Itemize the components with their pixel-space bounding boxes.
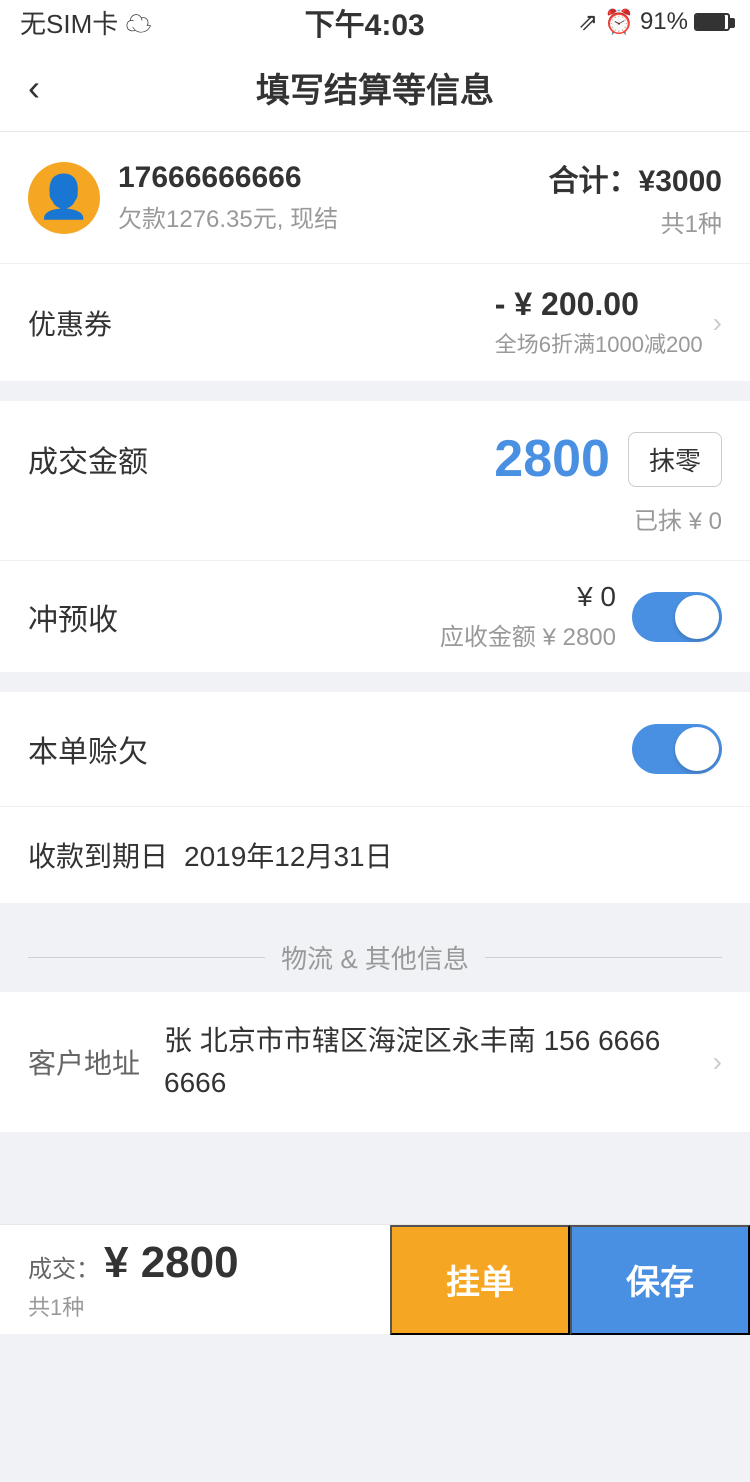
prereceive-row: 冲预收 ¥ 0 应收金额 ¥ 2800 xyxy=(0,560,750,672)
customer-debt: 欠款1276.35元, 现结 xyxy=(118,199,338,234)
coupon-description: 全场6折满1000减200 xyxy=(495,327,703,359)
address-row[interactable]: 客户地址 张 北京市市辖区海淀区永丰南 156 6666 6666 › xyxy=(0,992,750,1132)
clock-icon: ⏰ xyxy=(604,8,634,37)
divider-line-left xyxy=(28,957,265,958)
prereceive-label: 冲预收 xyxy=(28,595,118,639)
customer-card: 👤 17666666666 欠款1276.35元, 现结 合计：¥3000 共1… xyxy=(0,132,750,381)
deal-amount: ¥ 2800 xyxy=(104,1238,239,1288)
duedate-row: 收款到期日 2019年12月31日 xyxy=(0,806,750,903)
prereceive-values: ¥ 0 应收金额 ¥ 2800 xyxy=(440,581,616,652)
prereceive-right: ¥ 0 应收金额 ¥ 2800 xyxy=(440,581,722,652)
deal-count: 共1种 xyxy=(28,1290,362,1322)
address-value: 张 北京市市辖区海淀区永丰南 156 6666 6666 xyxy=(164,1020,701,1104)
coupon-right: - ¥ 200.00 全场6折满1000减200 › xyxy=(495,286,722,359)
address-label: 客户地址 xyxy=(28,1042,140,1082)
sim-label: 无SIM卡 ☁ xyxy=(20,4,151,41)
deal-label: 成交： xyxy=(28,1249,100,1284)
avatar: 👤 xyxy=(28,162,100,234)
total-count: 共1种 xyxy=(549,204,722,239)
back-button[interactable]: ‹ xyxy=(28,67,40,109)
customer-row: 👤 17666666666 欠款1276.35元, 现结 合计：¥3000 共1… xyxy=(0,132,750,263)
debt-toggle[interactable] xyxy=(632,724,722,774)
debt-row: 本单赊欠 xyxy=(0,692,750,806)
customer-info: 17666666666 欠款1276.35元, 现结 xyxy=(118,161,338,234)
duedate-value: 2019年12月31日 xyxy=(184,835,393,875)
debt-toggle-knob xyxy=(675,727,719,771)
bottom-spacer xyxy=(0,1372,750,1482)
prereceive-toggle[interactable] xyxy=(632,592,722,642)
avatar-icon: 👤 xyxy=(38,173,90,222)
logistics-divider: 物流 & 其他信息 xyxy=(0,939,750,976)
prereceive-amount: ¥ 0 xyxy=(440,581,616,613)
customer-total: 合计：¥3000 共1种 xyxy=(549,156,722,239)
status-left: 无SIM卡 ☁ xyxy=(20,4,151,41)
coupon-label: 优惠券 xyxy=(28,303,112,343)
debt-card: 本单赊欠 收款到期日 2019年12月31日 xyxy=(0,692,750,903)
battery-indicator xyxy=(694,13,730,31)
status-right: ⇗ ⏰ 91% xyxy=(578,8,730,37)
save-button[interactable]: 保存 xyxy=(570,1225,750,1335)
coupon-discount: - ¥ 200.00 xyxy=(495,286,703,323)
amount-right: 2800 抹零 xyxy=(494,429,722,489)
amount-value: 2800 xyxy=(494,429,610,489)
bottom-info: 成交： ¥ 2800 共1种 xyxy=(0,1238,390,1322)
pending-button[interactable]: 挂单 xyxy=(390,1225,570,1335)
customer-phone: 17666666666 xyxy=(118,161,338,195)
toggle-knob xyxy=(675,595,719,639)
bottom-bar: 成交： ¥ 2800 共1种 挂单 保存 xyxy=(0,1224,750,1334)
customer-left: 👤 17666666666 欠款1276.35元, 现结 xyxy=(28,161,338,234)
logistics-divider-section: 物流 & 其他信息 xyxy=(0,923,750,992)
amount-section: 成交金额 2800 抹零 已抹 ¥ 0 冲预收 ¥ 0 应收金额 ¥ 2800 xyxy=(0,401,750,672)
battery-level: 91% xyxy=(640,8,688,36)
divider-line-right xyxy=(485,957,722,958)
logistics-label: 物流 & 其他信息 xyxy=(281,939,469,976)
battery-icon: ⇗ xyxy=(578,8,598,37)
nav-bar: ‹ 填写结算等信息 xyxy=(0,44,750,132)
amount-label: 成交金额 xyxy=(28,437,148,481)
status-time: 下午4:03 xyxy=(305,0,425,44)
duedate-label: 收款到期日 xyxy=(28,835,168,875)
amount-row: 成交金额 2800 抹零 xyxy=(0,401,750,501)
total-amount: 合计：¥3000 xyxy=(549,156,722,200)
debt-label: 本单赊欠 xyxy=(28,727,148,771)
prereceive-sub: 应收金额 ¥ 2800 xyxy=(440,617,616,652)
page-title: 填写结算等信息 xyxy=(256,63,494,112)
address-chevron-icon: › xyxy=(713,1046,722,1078)
status-bar: 无SIM卡 ☁ 下午4:03 ⇗ ⏰ 91% xyxy=(0,0,750,44)
coupon-row[interactable]: 优惠券 - ¥ 200.00 全场6折满1000减200 › xyxy=(0,263,750,381)
round-button[interactable]: 抹零 xyxy=(628,432,722,487)
rounded-sub: 已抹 ¥ 0 xyxy=(0,501,750,560)
chevron-right-icon: › xyxy=(713,307,722,339)
